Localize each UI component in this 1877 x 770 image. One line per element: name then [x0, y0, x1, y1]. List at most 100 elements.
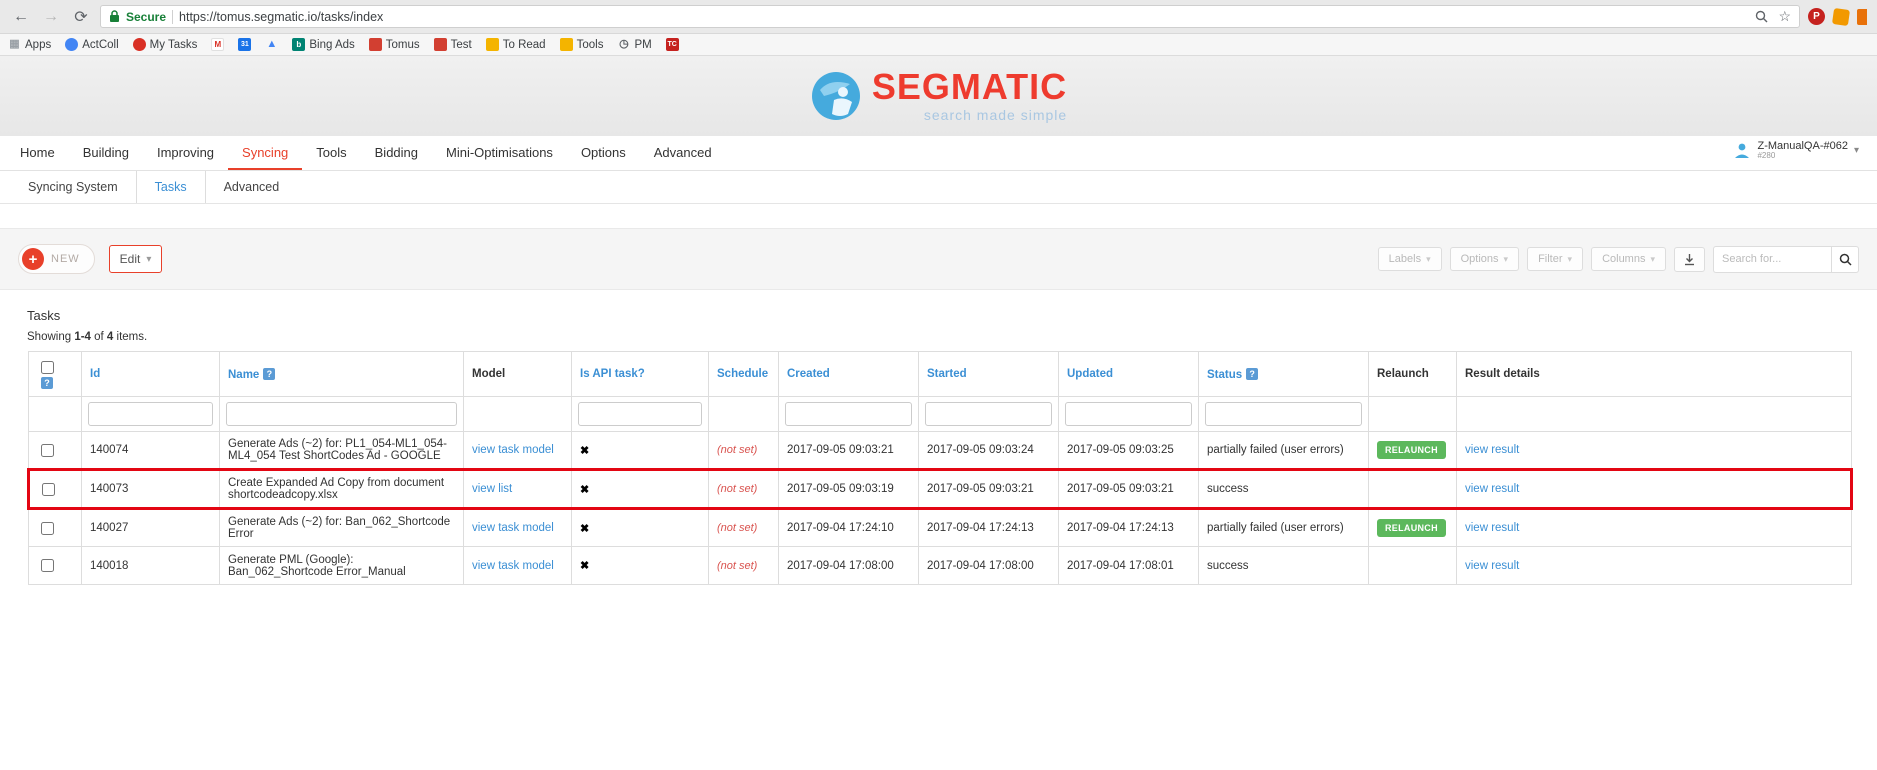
bookmark-pm[interactable]: ◷ PM — [617, 38, 652, 51]
new-button[interactable]: + NEW — [18, 244, 95, 274]
filter-input-created[interactable] — [785, 402, 912, 426]
view-result-link[interactable]: view result — [1465, 483, 1519, 495]
bookmark-label: To Read — [502, 38, 546, 51]
segmatic-logo[interactable]: SEGMATIC search made simple — [810, 69, 1067, 123]
bookmark-tomus[interactable]: Tomus — [368, 38, 420, 51]
options-dropdown-button[interactable]: Options ▾ — [1449, 247, 1520, 271]
nav-item-tools[interactable]: Tools — [302, 136, 360, 170]
edit-dropdown-button[interactable]: Edit ▾ — [108, 245, 163, 273]
bookmark-tc[interactable]: TC — [665, 38, 679, 51]
bookmark-gmail[interactable]: M — [211, 38, 225, 51]
help-icon[interactable]: ? — [263, 367, 276, 380]
row-select-checkbox[interactable] — [41, 443, 54, 457]
filter-input-started[interactable] — [925, 402, 1052, 426]
filter-input-status[interactable] — [1205, 402, 1362, 426]
chevron-down-icon: ▾ — [1853, 144, 1859, 156]
relaunch-button[interactable]: RELAUNCH — [1377, 441, 1446, 459]
view-result-link[interactable]: view result — [1465, 560, 1519, 572]
folder-icon — [559, 38, 573, 51]
select-all-header: ? — [28, 351, 82, 397]
help-icon[interactable]: ? — [1246, 367, 1259, 380]
zoom-icon[interactable] — [1755, 10, 1768, 23]
x-mark-icon: ✖ — [580, 444, 590, 457]
nav-item-building[interactable]: Building — [69, 136, 143, 170]
relaunch-button[interactable]: RELAUNCH — [1377, 519, 1446, 537]
nav-item-improving[interactable]: Improving — [143, 136, 228, 170]
bookmark-star-icon[interactable]: ☆ — [1778, 8, 1791, 25]
filter-input-id[interactable] — [88, 402, 213, 426]
address-bar[interactable]: Secure https://tomus.segmatic.io/tasks/i… — [100, 5, 1800, 28]
subnav-item-advanced[interactable]: Advanced — [206, 171, 298, 203]
nav-item-options[interactable]: Options — [567, 136, 640, 170]
nav-item-advanced[interactable]: Advanced — [640, 136, 726, 170]
bookmark-bing-ads[interactable]: b Bing Ads — [292, 38, 355, 51]
labels-dropdown-button[interactable]: Labels ▾ — [1377, 247, 1442, 271]
columns-dropdown-button[interactable]: Columns ▾ — [1591, 247, 1666, 271]
bookmark-calendar[interactable]: 31 — [238, 38, 252, 51]
extension-edge-icon[interactable] — [1857, 8, 1867, 25]
bookmark-actcoll[interactable]: ActColl — [65, 38, 119, 51]
summary-text: Showing — [27, 331, 75, 343]
triangle-icon: ▲ — [266, 38, 278, 50]
bookmark-my-tasks[interactable]: My Tasks — [132, 38, 197, 51]
nav-item-bidding[interactable]: Bidding — [361, 136, 432, 170]
row-select-checkbox[interactable] — [42, 482, 55, 496]
filter-input-api[interactable] — [578, 402, 702, 426]
row-select-checkbox[interactable] — [41, 559, 54, 572]
bookmark-drive[interactable]: ▲ — [265, 38, 278, 51]
cell-updated: 2017-09-05 09:03:25 — [1058, 431, 1199, 470]
view-task-model-link[interactable]: view task model — [472, 444, 554, 456]
cell-name: Generate PML (Google): Ban_062_Shortcode… — [219, 546, 464, 585]
cell-relaunch — [1368, 468, 1457, 510]
cell-started: 2017-09-04 17:24:13 — [918, 508, 1059, 547]
bookmark-to-read[interactable]: To Read — [485, 38, 546, 51]
reload-icon[interactable]: ⟳ — [70, 7, 92, 27]
row-select-checkbox[interactable] — [41, 521, 54, 535]
cell-select — [28, 508, 82, 547]
nav-item-home[interactable]: Home — [6, 136, 69, 170]
sort-name-link[interactable]: Name — [228, 369, 259, 381]
view-result-link[interactable]: view result — [1465, 522, 1519, 534]
url-text[interactable]: https://tomus.segmatic.io/tasks/index — [179, 10, 383, 24]
sort-schedule-link[interactable]: Schedule — [717, 368, 768, 380]
nav-item-syncing[interactable]: Syncing — [228, 136, 303, 170]
extension-orange-icon[interactable] — [1831, 7, 1851, 26]
view-list-link[interactable]: view list — [472, 483, 512, 495]
filter-input-name[interactable] — [226, 402, 457, 426]
view-result-link[interactable]: view result — [1465, 444, 1519, 456]
help-icon[interactable]: ? — [41, 377, 53, 389]
user-menu[interactable]: Z-ManualQA-#062 #280 ▾ — [1733, 140, 1859, 161]
sort-status-link[interactable]: Status — [1207, 369, 1242, 381]
view-task-model-link[interactable]: view task model — [472, 560, 554, 572]
clock-icon: ◷ — [619, 38, 629, 50]
sort-api-link[interactable]: Is API task? — [580, 368, 645, 380]
omnibox-divider — [172, 9, 174, 24]
download-button[interactable] — [1674, 246, 1705, 272]
bookmark-tools[interactable]: Tools — [559, 38, 603, 51]
bookmark-apps[interactable]: ▦ Apps — [8, 38, 51, 51]
tasks-table: ? Id Name? Model Is API task? Schedule C… — [27, 351, 1853, 585]
sort-id-link[interactable]: Id — [90, 368, 100, 380]
user-sub-id: #280 — [1757, 151, 1776, 161]
bookmark-test[interactable]: Test — [433, 38, 472, 51]
forward-icon[interactable]: → — [40, 8, 62, 26]
sub-nav: Syncing System Tasks Advanced — [0, 171, 1877, 204]
view-task-model-link[interactable]: view task model — [472, 522, 554, 534]
back-icon[interactable]: ← — [10, 8, 32, 26]
nav-item-mini-optimisations[interactable]: Mini-Optimisations — [432, 136, 567, 170]
sort-started-link[interactable]: Started — [927, 368, 967, 380]
search-input[interactable] — [1713, 245, 1831, 273]
select-all-checkbox[interactable] — [41, 361, 54, 374]
extension-p-icon[interactable]: P — [1808, 8, 1825, 25]
not-set-label: (not set) — [717, 444, 758, 456]
tc-icon: TC — [665, 38, 679, 51]
filter-input-updated[interactable] — [1065, 402, 1192, 426]
main-nav: Home Building Improving Syncing Tools Bi… — [0, 136, 1877, 171]
filter-dropdown-button[interactable]: Filter ▾ — [1527, 247, 1584, 271]
search-button[interactable] — [1831, 245, 1859, 273]
subnav-item-tasks[interactable]: Tasks — [135, 171, 206, 203]
subnav-item-syncing-system[interactable]: Syncing System — [10, 171, 136, 203]
sort-created-link[interactable]: Created — [787, 368, 830, 380]
cell-api: ✖ — [571, 468, 709, 510]
sort-updated-link[interactable]: Updated — [1067, 368, 1113, 380]
